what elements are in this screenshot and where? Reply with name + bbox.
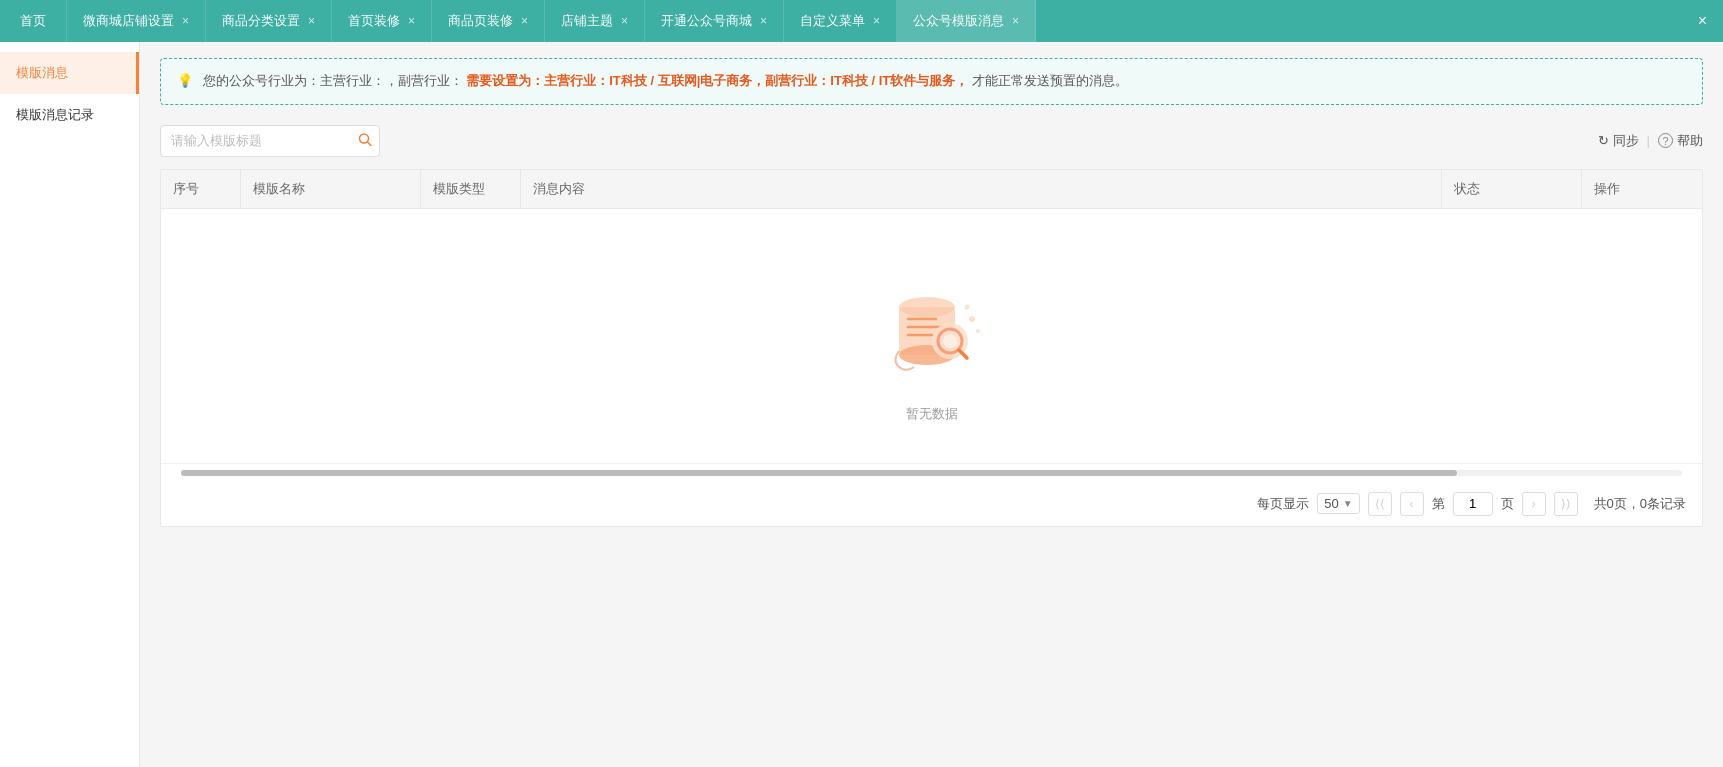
per-page-select[interactable]: 50 ▼ xyxy=(1317,493,1359,514)
page-total: 共0页，0条记录 xyxy=(1594,495,1686,513)
nav-tab-product-decor[interactable]: 商品页装修 × xyxy=(432,0,545,42)
col-header-type: 模版类型 xyxy=(421,170,521,208)
sidebar: 模版消息 模版消息记录 xyxy=(0,42,140,767)
scrollbar-track[interactable] xyxy=(181,470,1682,476)
search-bar: ↻ 同步 | ? 帮助 xyxy=(160,125,1703,157)
scrollbar-thumb xyxy=(181,470,1457,476)
main-layout: 模版消息 模版消息记录 💡 您的公众号行业为：主营行业：，副营行业： 需要设置为… xyxy=(0,42,1723,767)
toolbar-right: ↻ 同步 | ? 帮助 xyxy=(1598,132,1703,150)
nav-tab-template-msg[interactable]: 公众号模版消息 × xyxy=(897,0,1036,42)
open-mall-tab-close[interactable]: × xyxy=(760,14,767,28)
data-table: 序号 模版名称 模版类型 消息内容 状态 操作 xyxy=(160,169,1703,527)
home-tab-label: 首页 xyxy=(20,12,46,30)
empty-text: 暂无数据 xyxy=(906,405,958,423)
wshop-tab-label: 微商城店铺设置 xyxy=(83,12,174,30)
sync-label: 同步 xyxy=(1613,132,1639,150)
nav-tab-home[interactable]: 首页 xyxy=(0,0,67,42)
col-header-content: 消息内容 xyxy=(521,170,1442,208)
scrollbar-row xyxy=(161,463,1702,482)
per-page-label: 每页显示 xyxy=(1257,495,1309,513)
svg-line-1 xyxy=(368,142,372,146)
sidebar-item-template-record-label: 模版消息记录 xyxy=(16,107,94,122)
notice-box: 💡 您的公众号行业为：主营行业：，副营行业： 需要设置为：主营行业：IT科技 /… xyxy=(160,58,1703,105)
top-nav: 首页 微商城店铺设置 × 商品分类设置 × 首页装修 × 商品页装修 × 店铺主… xyxy=(0,0,1723,42)
per-page-value: 50 xyxy=(1324,496,1338,511)
sidebar-item-template-message[interactable]: 模版消息 xyxy=(0,52,139,94)
template-msg-tab-label: 公众号模版消息 xyxy=(913,12,1004,30)
nav-tab-wshop-setting[interactable]: 微商城店铺设置 × xyxy=(67,0,206,42)
help-icon: ? xyxy=(1658,133,1673,148)
home-decor-tab-label: 首页装修 xyxy=(348,12,400,30)
table-header: 序号 模版名称 模版类型 消息内容 状态 操作 xyxy=(161,170,1702,209)
first-page-icon: ⟨⟨ xyxy=(1375,497,1385,511)
empty-illustration xyxy=(872,269,992,389)
prev-page-icon: ‹ xyxy=(1410,497,1414,511)
sidebar-item-template-record[interactable]: 模版消息记录 xyxy=(0,94,139,136)
open-mall-tab-label: 开通公众号商城 xyxy=(661,12,752,30)
empty-state: 暂无数据 xyxy=(161,209,1702,463)
svg-point-13 xyxy=(976,329,980,333)
col-header-status: 状态 xyxy=(1442,170,1582,208)
next-page-btn[interactable]: › xyxy=(1522,492,1546,516)
nav-tab-custom-menu[interactable]: 自定义菜单 × xyxy=(784,0,897,42)
svg-point-14 xyxy=(964,304,969,309)
shop-theme-tab-close[interactable]: × xyxy=(621,14,628,28)
sync-icon: ↻ xyxy=(1598,133,1609,148)
notice-suffix: 才能正常发送预置的消息。 xyxy=(972,73,1128,88)
col-header-action: 操作 xyxy=(1582,170,1702,208)
home-decor-tab-close[interactable]: × xyxy=(408,14,415,28)
nav-tab-open-mall[interactable]: 开通公众号商城 × xyxy=(645,0,784,42)
global-close-icon: × xyxy=(1698,12,1707,30)
nav-tab-home-decor[interactable]: 首页装修 × xyxy=(332,0,432,42)
col-header-index: 序号 xyxy=(161,170,241,208)
notice-highlight: 需要设置为：主营行业：IT科技 / 互联网|电子商务，副营行业：IT科技 / I… xyxy=(466,73,968,88)
col-header-name: 模版名称 xyxy=(241,170,421,208)
prev-page-btn[interactable]: ‹ xyxy=(1400,492,1424,516)
toolbar-divider: | xyxy=(1647,133,1650,148)
svg-point-12 xyxy=(969,316,975,322)
search-icon[interactable] xyxy=(358,132,372,149)
shop-theme-tab-label: 店铺主题 xyxy=(561,12,613,30)
sidebar-item-template-message-label: 模版消息 xyxy=(16,65,68,80)
svg-point-11 xyxy=(943,334,957,348)
content-area: 💡 您的公众号行业为：主营行业：，副营行业： 需要设置为：主营行业：IT科技 /… xyxy=(140,42,1723,767)
product-category-tab-close[interactable]: × xyxy=(308,14,315,28)
current-page-input[interactable] xyxy=(1453,492,1493,516)
per-page-chevron-icon: ▼ xyxy=(1343,498,1353,509)
custom-menu-tab-close[interactable]: × xyxy=(873,14,880,28)
product-category-tab-label: 商品分类设置 xyxy=(222,12,300,30)
nav-tab-product-category[interactable]: 商品分类设置 × xyxy=(206,0,332,42)
global-close-btn[interactable]: × xyxy=(1682,0,1723,42)
search-input-wrap xyxy=(160,125,380,157)
notice-prefix: 您的公众号行业为：主营行业：，副营行业： xyxy=(203,73,463,88)
nav-tab-shop-theme[interactable]: 店铺主题 × xyxy=(545,0,645,42)
lightbulb-icon: 💡 xyxy=(177,73,193,88)
help-button[interactable]: ? 帮助 xyxy=(1658,132,1703,150)
pagination: 每页显示 50 ▼ ⟨⟨ ‹ 第 页 › ⟩⟩ xyxy=(161,482,1702,526)
last-page-icon: ⟩⟩ xyxy=(1561,497,1571,511)
sync-button[interactable]: ↻ 同步 xyxy=(1598,132,1639,150)
next-page-icon: › xyxy=(1532,497,1536,511)
custom-menu-tab-label: 自定义菜单 xyxy=(800,12,865,30)
product-decor-tab-close[interactable]: × xyxy=(521,14,528,28)
product-decor-tab-label: 商品页装修 xyxy=(448,12,513,30)
template-msg-tab-close[interactable]: × xyxy=(1012,14,1019,28)
help-label: 帮助 xyxy=(1677,132,1703,150)
last-page-btn[interactable]: ⟩⟩ xyxy=(1554,492,1578,516)
first-page-btn[interactable]: ⟨⟨ xyxy=(1368,492,1392,516)
page-label-prefix: 第 xyxy=(1432,495,1445,513)
search-input[interactable] xyxy=(160,125,380,157)
wshop-tab-close[interactable]: × xyxy=(182,14,189,28)
page-label-suffix: 页 xyxy=(1501,495,1514,513)
